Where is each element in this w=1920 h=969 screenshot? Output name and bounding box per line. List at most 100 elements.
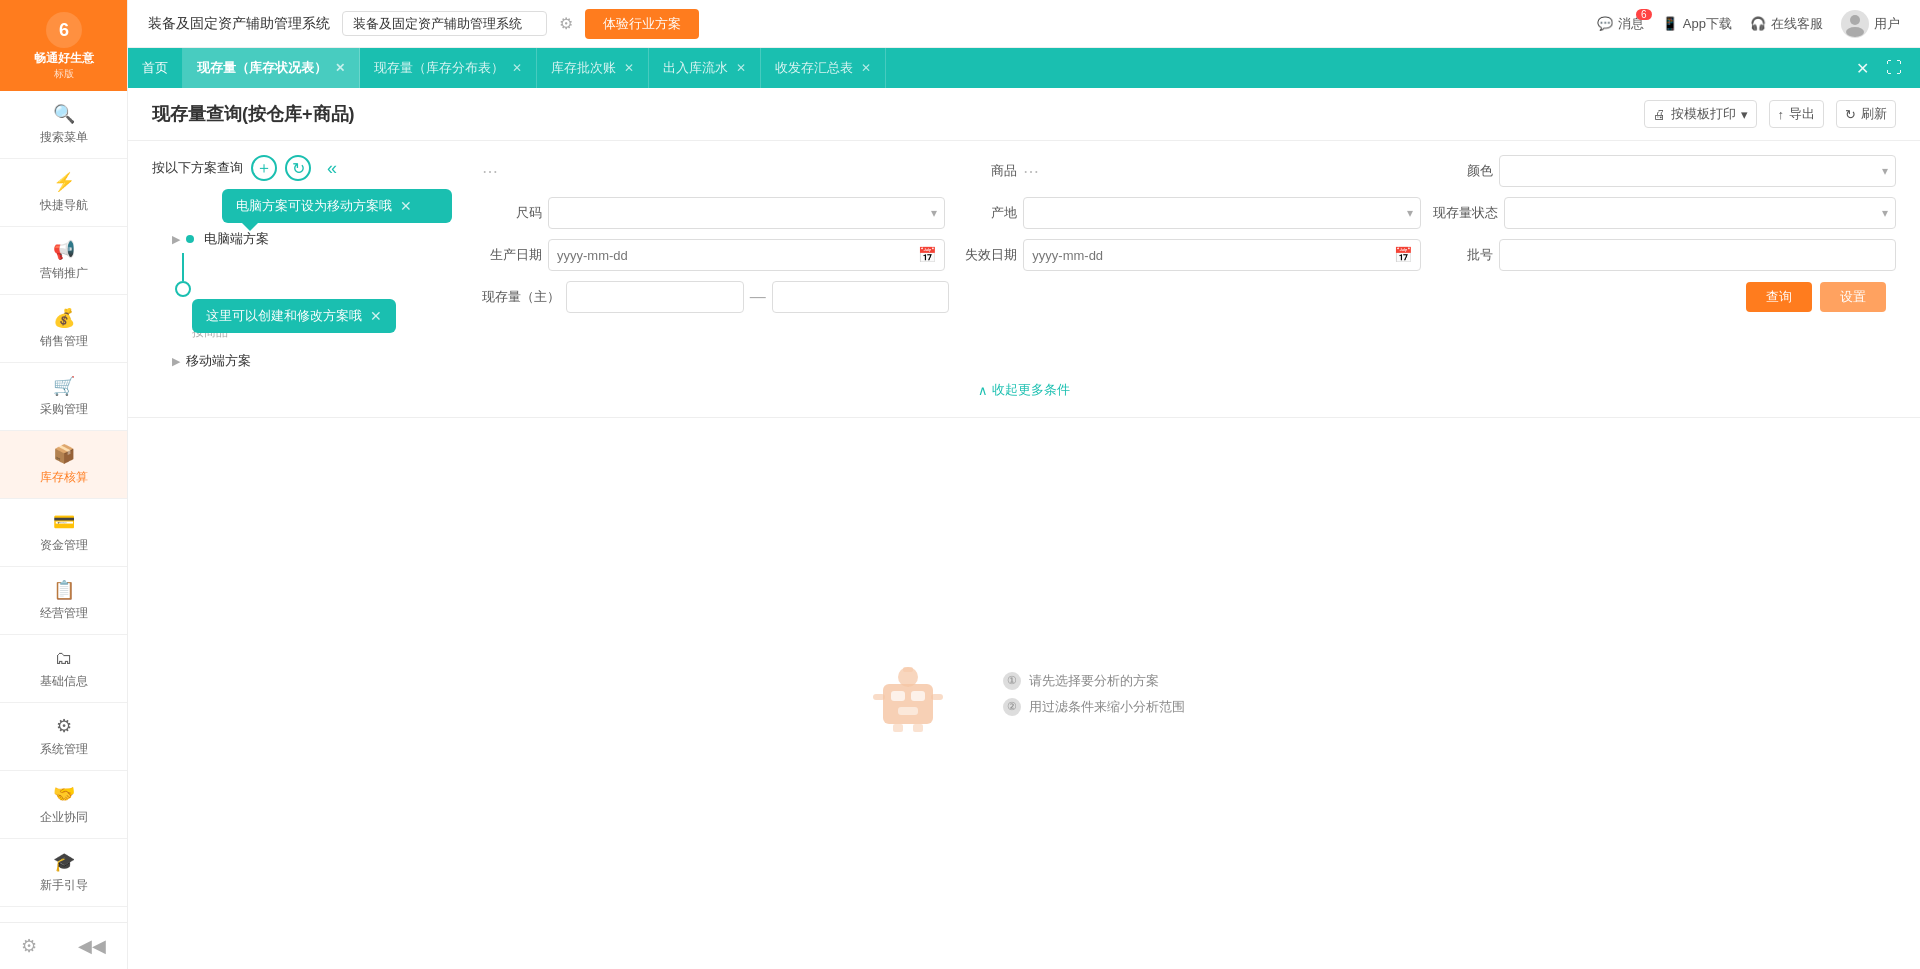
tab-expand-btn[interactable]: ⛶ (1880, 54, 1908, 82)
tab-collect-summary[interactable]: 收发存汇总表 ✕ (761, 48, 886, 88)
tab-label-inventory-dist: 现存量（库存分布表） (374, 59, 504, 77)
goods-dots[interactable]: ⋯ (1023, 162, 1039, 181)
produce-date-input[interactable] (548, 239, 945, 271)
filter-label: 按以下方案查询 (152, 159, 243, 177)
sidebar-item-purchase[interactable]: 🛒 采购管理 (0, 363, 127, 431)
warehouse-dots[interactable]: ⋯ (482, 162, 498, 181)
sidebar-item-inventory[interactable]: 📦 库存核算 (0, 431, 127, 499)
operation-icon: 📋 (53, 579, 75, 601)
svg-rect-8 (873, 694, 885, 700)
filter-field-warehouse: ⋯ (482, 162, 945, 181)
purchase-icon: 🛒 (53, 375, 75, 397)
tab-close-all-btn[interactable]: ✕ (1848, 54, 1876, 82)
stock-status-select[interactable] (1504, 197, 1896, 229)
user-area[interactable]: 用户 (1841, 10, 1900, 38)
filter-area: 按以下方案查询 ＋ ↻ « 电脑方案可设为移动方案哦 ✕ (128, 141, 1920, 418)
tab-close-inventory-dist[interactable]: ✕ (512, 61, 522, 75)
page-title: 现存量查询(按仓库+商品) (152, 102, 355, 126)
sidebar-item-system[interactable]: ⚙ 系统管理 (0, 703, 127, 771)
empty-illustration (863, 649, 953, 739)
phone-icon: 📱 (1662, 16, 1678, 31)
sidebar-item-quick-nav[interactable]: ⚡ 快捷导航 (0, 159, 127, 227)
sidebar-label-guide: 新手引导 (40, 877, 88, 894)
sidebar-label-basic: 基础信息 (40, 673, 88, 690)
back-scheme-btn[interactable]: « (319, 155, 345, 181)
expire-date-input[interactable] (1023, 239, 1420, 271)
gear-icon[interactable]: ⚙ (559, 14, 573, 33)
tab-inventory-status[interactable]: 现存量（库存状况表） ✕ (183, 48, 360, 88)
search-btn[interactable]: 查询 (1746, 282, 1812, 312)
print-btn[interactable]: 🖨 按模板打印 ▾ (1644, 100, 1757, 128)
collapse-btn[interactable]: ∧ 收起更多条件 (978, 381, 1070, 399)
filter-field-produce-date: 生产日期 📅 (482, 239, 945, 271)
tab-inventory-batch[interactable]: 库存批次账 ✕ (537, 48, 649, 88)
tab-inout-flow[interactable]: 出入库流水 ✕ (649, 48, 761, 88)
tab-home[interactable]: 首页 (128, 48, 183, 88)
filter-field-size: 尺码 ▾ (482, 197, 945, 229)
sidebar-bottom: ⚙ ◀◀ (0, 922, 127, 969)
print-chevron: ▾ (1741, 107, 1748, 122)
sidebar-item-enterprise[interactable]: 🤝 企业协同 (0, 771, 127, 839)
marketing-icon: 📢 (53, 239, 75, 261)
produce-date-calendar-icon[interactable]: 📅 (918, 246, 937, 264)
sidebar-label-sales: 销售管理 (40, 333, 88, 350)
sidebar-item-sales[interactable]: 💰 销售管理 (0, 295, 127, 363)
refresh-btn[interactable]: ↻ 刷新 (1836, 100, 1896, 128)
stock-qty-min-input[interactable] (566, 281, 744, 313)
sidebar-item-basic[interactable]: 🗂 基础信息 (0, 635, 127, 703)
svg-rect-13 (903, 667, 913, 672)
tab-label-inventory-status: 现存量（库存状况表） (197, 59, 327, 77)
tooltip1-close[interactable]: ✕ (400, 198, 412, 214)
online-support-btn[interactable]: 🎧 在线客服 (1750, 15, 1823, 33)
sidebar-label-enterprise: 企业协同 (40, 809, 88, 826)
sidebar-item-finance[interactable]: 💳 资金管理 (0, 499, 127, 567)
sidebar-item-operation[interactable]: 📋 经营管理 (0, 567, 127, 635)
app-download-btn[interactable]: 📱 App下载 (1662, 15, 1732, 33)
tab-inventory-dist[interactable]: 现存量（库存分布表） ✕ (360, 48, 537, 88)
sidebar-item-search[interactable]: 🔍 搜索菜单 (0, 91, 127, 159)
refresh-label: 刷新 (1861, 105, 1887, 123)
refresh-scheme-btn[interactable]: ↻ (285, 155, 311, 181)
origin-select[interactable] (1023, 197, 1420, 229)
tab-close-collect-summary[interactable]: ✕ (861, 61, 871, 75)
tab-bar: 首页 现存量（库存状况表） ✕ 现存量（库存分布表） ✕ 库存批次账 ✕ 出入库… (128, 48, 1920, 88)
color-select[interactable] (1499, 155, 1896, 187)
sidebar-item-marketing[interactable]: 📢 营销推广 (0, 227, 127, 295)
tab-label-home: 首页 (142, 59, 168, 77)
svg-text:6: 6 (58, 20, 68, 40)
tab-label-collect-summary: 收发存汇总表 (775, 59, 853, 77)
tab-bar-end: ✕ ⛶ (1848, 54, 1920, 82)
batch-input[interactable] (1499, 239, 1896, 271)
filter-field-goods: 商品 ⋯ (957, 162, 1420, 181)
tooltip2-close[interactable]: ✕ (370, 308, 382, 324)
scheme-mobile[interactable]: ▶ 移动端方案 (172, 349, 452, 373)
trial-btn[interactable]: 体验行业方案 (585, 9, 699, 39)
reset-btn[interactable]: 设置 (1820, 282, 1886, 312)
collapse-sidebar-icon[interactable]: ◀◀ (78, 935, 106, 957)
expire-date-calendar-icon[interactable]: 📅 (1394, 246, 1413, 264)
tab-close-inventory-status[interactable]: ✕ (335, 61, 345, 75)
stock-qty-max-input[interactable] (772, 281, 950, 313)
batch-label: 批号 (1433, 246, 1493, 264)
sidebar-item-guide[interactable]: 🎓 新手引导 (0, 839, 127, 907)
guide-icon: 🎓 (53, 851, 75, 873)
avatar (1841, 10, 1869, 38)
svg-rect-9 (931, 694, 943, 700)
export-btn[interactable]: ↑ 导出 (1769, 100, 1825, 128)
tab-close-inout-flow[interactable]: ✕ (736, 61, 746, 75)
message-btn[interactable]: 💬 6 消息 (1597, 15, 1644, 33)
sidebar-label-finance: 资金管理 (40, 537, 88, 554)
message-badge: 6 (1636, 9, 1652, 20)
filter-field-batch: 批号 (1433, 239, 1896, 271)
add-scheme-btn[interactable]: ＋ (251, 155, 277, 181)
stock-qty-label: 现存量（主） (482, 288, 560, 306)
settings-icon[interactable]: ⚙ (21, 935, 37, 957)
filter-field-origin: 产地 ▾ (957, 197, 1420, 229)
size-select[interactable] (548, 197, 945, 229)
scheme-desktop[interactable]: ▶ 电脑端方案 (172, 227, 452, 251)
header-right: 💬 6 消息 📱 App下载 🎧 在线客服 用户 Ea (1597, 10, 1900, 38)
tab-close-inventory-batch[interactable]: ✕ (624, 61, 634, 75)
scheme-dot-desktop (186, 235, 194, 243)
system-select[interactable]: 装备及固定资产辅助管理系统 (342, 11, 547, 36)
sidebar-label-system: 系统管理 (40, 741, 88, 758)
